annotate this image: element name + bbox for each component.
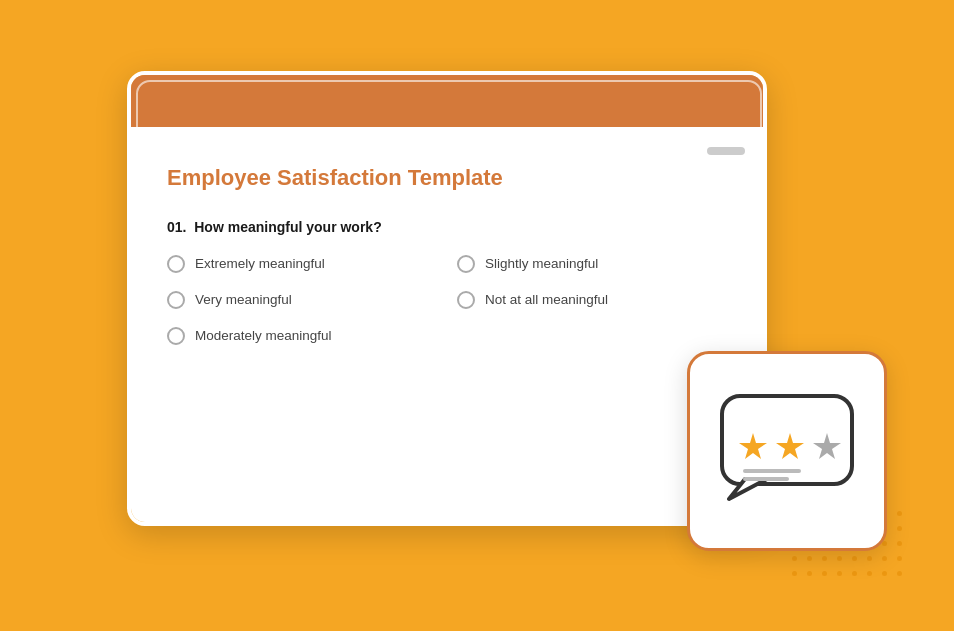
option-label-not-at-all: Not at all meaningful <box>485 292 608 307</box>
monitor-content: Employee Satisfaction Template 01. How m… <box>131 127 763 526</box>
option-label-slightly: Slightly meaningful <box>485 256 598 271</box>
chat-bubble-card <box>687 351 887 551</box>
radio-moderately-meaningful[interactable] <box>167 327 185 345</box>
monitor-frame: Employee Satisfaction Template 01. How m… <box>127 71 767 526</box>
option-slightly-meaningful[interactable]: Slightly meaningful <box>457 255 727 273</box>
option-label-extremely: Extremely meaningful <box>195 256 325 271</box>
radio-very-meaningful[interactable] <box>167 291 185 309</box>
chat-bubble-icon <box>717 386 857 516</box>
radio-extremely-meaningful[interactable] <box>167 255 185 273</box>
options-grid: Extremely meaningful Slightly meaningful… <box>167 255 727 345</box>
option-label-moderately: Moderately meaningful <box>195 328 332 343</box>
radio-not-at-all-meaningful[interactable] <box>457 291 475 309</box>
option-moderately-meaningful[interactable]: Moderately meaningful <box>167 327 437 345</box>
option-extremely-meaningful[interactable]: Extremely meaningful <box>167 255 437 273</box>
option-not-at-all-meaningful[interactable]: Not at all meaningful <box>457 291 727 309</box>
option-very-meaningful[interactable]: Very meaningful <box>167 291 437 309</box>
question-text: How meaningful your work? <box>194 219 381 235</box>
main-container: Employee Satisfaction Template 01. How m… <box>127 71 827 561</box>
question-label: 01. How meaningful your work? <box>167 219 727 235</box>
form-title: Employee Satisfaction Template <box>167 165 727 191</box>
radio-slightly-meaningful[interactable] <box>457 255 475 273</box>
question-number: 01. <box>167 219 186 235</box>
monitor-header-bar <box>131 75 763 127</box>
option-label-very: Very meaningful <box>195 292 292 307</box>
scrollbar <box>707 147 745 155</box>
